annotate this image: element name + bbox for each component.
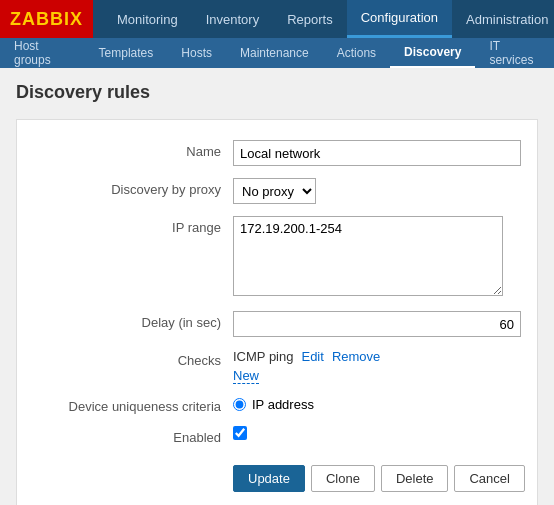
proxy-label: Discovery by proxy [33,178,233,197]
delay-input[interactable] [233,311,521,337]
nav-monitoring[interactable]: Monitoring [103,0,192,38]
update-button[interactable]: Update [233,465,305,492]
nav-templates[interactable]: Templates [85,38,168,68]
check-remove-link[interactable]: Remove [332,349,380,364]
enabled-field-container [233,426,521,443]
delay-row: Delay (in sec) [33,311,521,337]
delay-field-container [233,311,521,337]
ip-range-field-container: 172.19.200.1-254 [233,216,521,299]
checks-row: Checks ICMP ping Edit Remove New [33,349,521,383]
enabled-label: Enabled [33,426,233,445]
ip-range-row: IP range 172.19.200.1-254 [33,216,521,299]
uniqueness-radio-group: IP address [233,395,521,412]
top-nav-items: Monitoring Inventory Reports Configurati… [103,0,554,38]
discovery-rules-form: Name Discovery by proxy No proxy IP rang… [16,119,538,505]
button-row: Update Clone Delete Cancel [33,465,521,492]
nav-configuration[interactable]: Configuration [347,0,452,38]
proxy-field-container: No proxy [233,178,521,204]
delete-button[interactable]: Delete [381,465,449,492]
uniqueness-radio-ip[interactable] [233,398,246,411]
name-input[interactable] [233,140,521,166]
page-title: Discovery rules [16,82,538,103]
clone-button[interactable]: Clone [311,465,375,492]
name-row: Name [33,140,521,166]
nav-administration[interactable]: Administration [452,0,554,38]
nav-maintenance[interactable]: Maintenance [226,38,323,68]
checks-field-container: ICMP ping Edit Remove New [233,349,521,383]
cancel-button[interactable]: Cancel [454,465,524,492]
ip-range-textarea[interactable]: 172.19.200.1-254 [233,216,503,296]
nav-actions[interactable]: Actions [323,38,390,68]
uniqueness-label: Device uniqueness criteria [33,395,233,414]
check-new-link[interactable]: New [233,368,259,384]
check-item: ICMP ping Edit Remove [233,349,521,364]
uniqueness-field-container: IP address [233,395,521,412]
nav-it-services[interactable]: IT services [475,38,554,68]
enabled-row: Enabled [33,426,521,445]
nav-host-groups[interactable]: Host groups [0,38,85,68]
check-edit-link[interactable]: Edit [301,349,323,364]
enabled-checkbox[interactable] [233,426,247,440]
uniqueness-row: Device uniqueness criteria IP address [33,395,521,414]
checks-label: Checks [33,349,233,368]
logo[interactable]: ZABBIX [0,0,93,38]
nav-discovery[interactable]: Discovery [390,38,475,68]
delay-label: Delay (in sec) [33,311,233,330]
nav-hosts[interactable]: Hosts [167,38,226,68]
name-field-container [233,140,521,166]
page-content: Discovery rules Name Discovery by proxy … [0,68,554,505]
ip-range-label: IP range [33,216,233,235]
proxy-row: Discovery by proxy No proxy [33,178,521,204]
name-label: Name [33,140,233,159]
nav-inventory[interactable]: Inventory [192,0,273,38]
proxy-select[interactable]: No proxy [233,178,316,204]
check-new-container: New [233,368,521,383]
second-nav: Host groups Templates Hosts Maintenance … [0,38,554,68]
top-nav: ZABBIX Monitoring Inventory Reports Conf… [0,0,554,38]
logo-text: ZABBIX [10,9,83,30]
nav-reports[interactable]: Reports [273,0,347,38]
check-name: ICMP ping [233,349,293,364]
uniqueness-option-label: IP address [252,397,314,412]
